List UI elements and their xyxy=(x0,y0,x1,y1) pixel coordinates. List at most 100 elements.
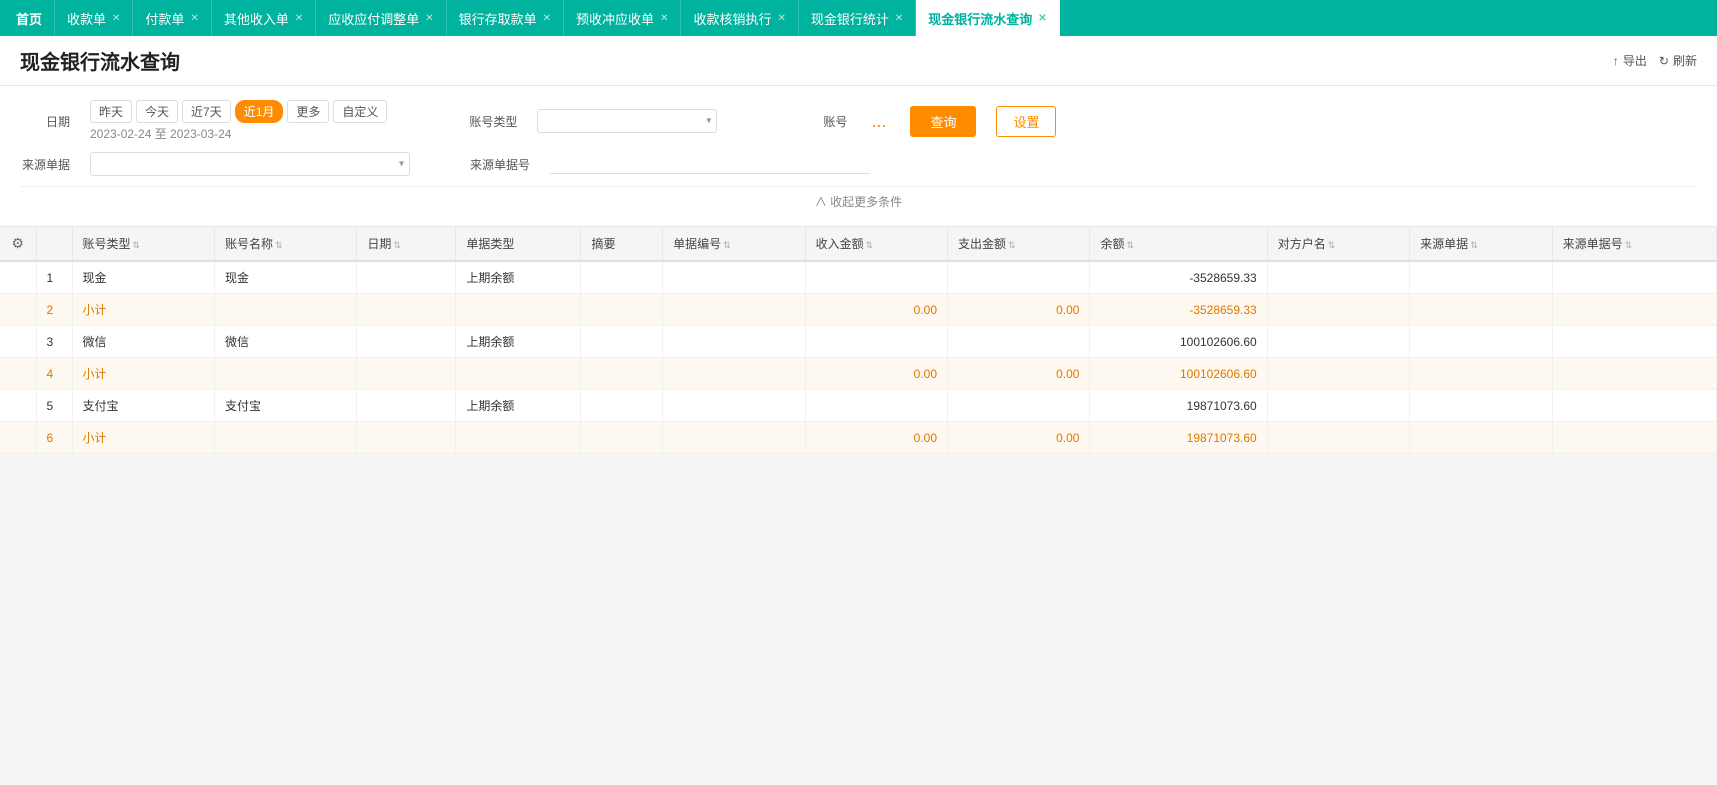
close-icon[interactable]: ✕ xyxy=(660,13,668,24)
date-btn-自定义[interactable]: 自定义 xyxy=(333,100,387,123)
cell-source_doc xyxy=(1410,422,1552,454)
cell-source_doc xyxy=(1410,294,1552,326)
data-table: ⚙账号类型⇅账号名称⇅日期⇅单据类型摘要单据编号⇅收入金额⇅支出金额⇅余额⇅对方… xyxy=(0,227,1717,454)
cell-settings xyxy=(0,390,36,422)
account-type-label: 账号类型 xyxy=(467,113,517,130)
header-actions: ↑ 导出 ↻ 刷新 xyxy=(1613,52,1697,69)
cell-expense: 0.00 xyxy=(948,358,1090,390)
close-icon[interactable]: ✕ xyxy=(190,13,198,24)
cell-income: 0.00 xyxy=(805,294,947,326)
sort-icon: ⇅ xyxy=(1008,240,1016,250)
page-title: 现金银行流水查询 xyxy=(20,46,180,75)
col-header-source_doc[interactable]: 来源单据⇅ xyxy=(1410,227,1552,261)
refresh-icon: ↻ xyxy=(1659,54,1669,68)
nav-item-advance-receipt[interactable]: 预收冲应收单✕ xyxy=(564,0,681,36)
cell-source_doc_no xyxy=(1552,422,1716,454)
cell-account_name xyxy=(214,358,356,390)
nav-item-home[interactable]: 首页 xyxy=(4,0,55,36)
col-header-doc_no[interactable]: 单据编号⇅ xyxy=(663,227,805,261)
close-icon[interactable]: ✕ xyxy=(425,13,433,24)
table-row: 6小计0.000.0019871073.60 xyxy=(0,422,1717,454)
nav-item-cash-bank-stat[interactable]: 现金银行统计✕ xyxy=(799,0,916,36)
cell-expense xyxy=(948,390,1090,422)
col-header-balance[interactable]: 余额⇅ xyxy=(1090,227,1267,261)
cell-doc_no xyxy=(663,326,805,358)
cell-counterparty xyxy=(1267,326,1409,358)
table-row: 3微信微信上期余额100102606.60 xyxy=(0,326,1717,358)
cell-account_type: 微信 xyxy=(72,326,214,358)
source-doc-select[interactable] xyxy=(90,152,410,176)
col-header-source_doc_no[interactable]: 来源单据号⇅ xyxy=(1552,227,1716,261)
date-label: 日期 xyxy=(20,113,70,130)
cell-account_name xyxy=(214,422,356,454)
date-btn-更多[interactable]: 更多 xyxy=(287,100,329,123)
cell-index: 6 xyxy=(36,422,72,454)
nav-item-receipt-verify[interactable]: 收款核销执行✕ xyxy=(681,0,798,36)
cell-counterparty xyxy=(1267,422,1409,454)
settings-icon[interactable]: ⚙ xyxy=(11,235,24,251)
cell-summary xyxy=(581,326,663,358)
date-btn-昨天[interactable]: 昨天 xyxy=(90,100,132,123)
sort-icon: ⇅ xyxy=(275,240,283,250)
account-type-select[interactable]: 现金 微信 支付宝 xyxy=(537,109,717,133)
close-icon[interactable]: ✕ xyxy=(295,13,303,24)
cell-date xyxy=(357,294,456,326)
cell-source_doc xyxy=(1410,358,1552,390)
cell-index: 2 xyxy=(36,294,72,326)
cell-doc_no xyxy=(663,294,805,326)
nav-item-other-income[interactable]: 其他收入单✕ xyxy=(212,0,316,36)
close-icon[interactable]: ✕ xyxy=(777,13,785,24)
cell-doc_no xyxy=(663,422,805,454)
cell-source_doc_no xyxy=(1552,358,1716,390)
date-btn-近7天[interactable]: 近7天 xyxy=(182,100,231,123)
cell-account_type: 小计 xyxy=(72,358,214,390)
date-btn-今天[interactable]: 今天 xyxy=(136,100,178,123)
cell-settings xyxy=(0,422,36,454)
date-filter-group: 昨天今天近7天近1月更多自定义 2023-02-24 至 2023-03-24 xyxy=(90,100,387,142)
col-header-date[interactable]: 日期⇅ xyxy=(357,227,456,261)
close-icon[interactable]: ✕ xyxy=(112,13,120,24)
cell-expense: 0.00 xyxy=(948,422,1090,454)
cell-index: 1 xyxy=(36,261,72,294)
query-button[interactable]: 查询 xyxy=(910,106,976,137)
cell-balance: 19871073.60 xyxy=(1090,390,1267,422)
nav-item-payment[interactable]: 付款单✕ xyxy=(133,0,211,36)
cell-expense: 0.00 xyxy=(948,294,1090,326)
col-header-index xyxy=(36,227,72,261)
table-row: 5支付宝支付宝上期余额19871073.60 xyxy=(0,390,1717,422)
collapse-icon: ∧ xyxy=(815,195,827,209)
col-header-account_name[interactable]: 账号名称⇅ xyxy=(214,227,356,261)
col-header-expense[interactable]: 支出金额⇅ xyxy=(948,227,1090,261)
cell-counterparty xyxy=(1267,390,1409,422)
col-header-income[interactable]: 收入金额⇅ xyxy=(805,227,947,261)
col-header-account_type[interactable]: 账号类型⇅ xyxy=(72,227,214,261)
close-icon[interactable]: ✕ xyxy=(543,13,551,24)
cell-doc_no xyxy=(663,261,805,294)
source-doc-no-input[interactable] xyxy=(550,155,870,174)
close-icon[interactable]: ✕ xyxy=(895,13,903,24)
account-dots[interactable]: ... xyxy=(871,111,886,132)
settings-button[interactable]: 设置 xyxy=(996,106,1056,137)
nav-item-receipt[interactable]: 收款单✕ xyxy=(55,0,133,36)
cell-account_name xyxy=(214,294,356,326)
cell-expense xyxy=(948,326,1090,358)
cell-balance: 100102606.60 xyxy=(1090,358,1267,390)
cell-income xyxy=(805,390,947,422)
cell-doc_type: 上期余额 xyxy=(456,261,581,294)
export-button[interactable]: ↑ 导出 xyxy=(1613,52,1647,69)
nav-item-ar-ap-adj[interactable]: 应收应付调整单✕ xyxy=(316,0,446,36)
refresh-button[interactable]: ↻ 刷新 xyxy=(1659,52,1697,69)
cell-counterparty xyxy=(1267,294,1409,326)
nav-item-bank-deposit[interactable]: 银行存取款单✕ xyxy=(447,0,564,36)
nav-item-cash-bank-flow[interactable]: 现金银行流水查询✕ xyxy=(916,0,1059,36)
collapse-bar[interactable]: ∧ 收起更多条件 xyxy=(20,186,1697,216)
date-range: 2023-02-24 至 2023-03-24 xyxy=(90,125,387,142)
cell-balance: -3528659.33 xyxy=(1090,294,1267,326)
col-header-doc_type: 单据类型 xyxy=(456,227,581,261)
cell-income xyxy=(805,326,947,358)
date-buttons: 昨天今天近7天近1月更多自定义 xyxy=(90,100,387,123)
date-btn-近1月[interactable]: 近1月 xyxy=(235,100,284,123)
close-icon[interactable]: ✕ xyxy=(1038,13,1046,24)
col-header-counterparty[interactable]: 对方户名⇅ xyxy=(1267,227,1409,261)
cell-income: 0.00 xyxy=(805,422,947,454)
